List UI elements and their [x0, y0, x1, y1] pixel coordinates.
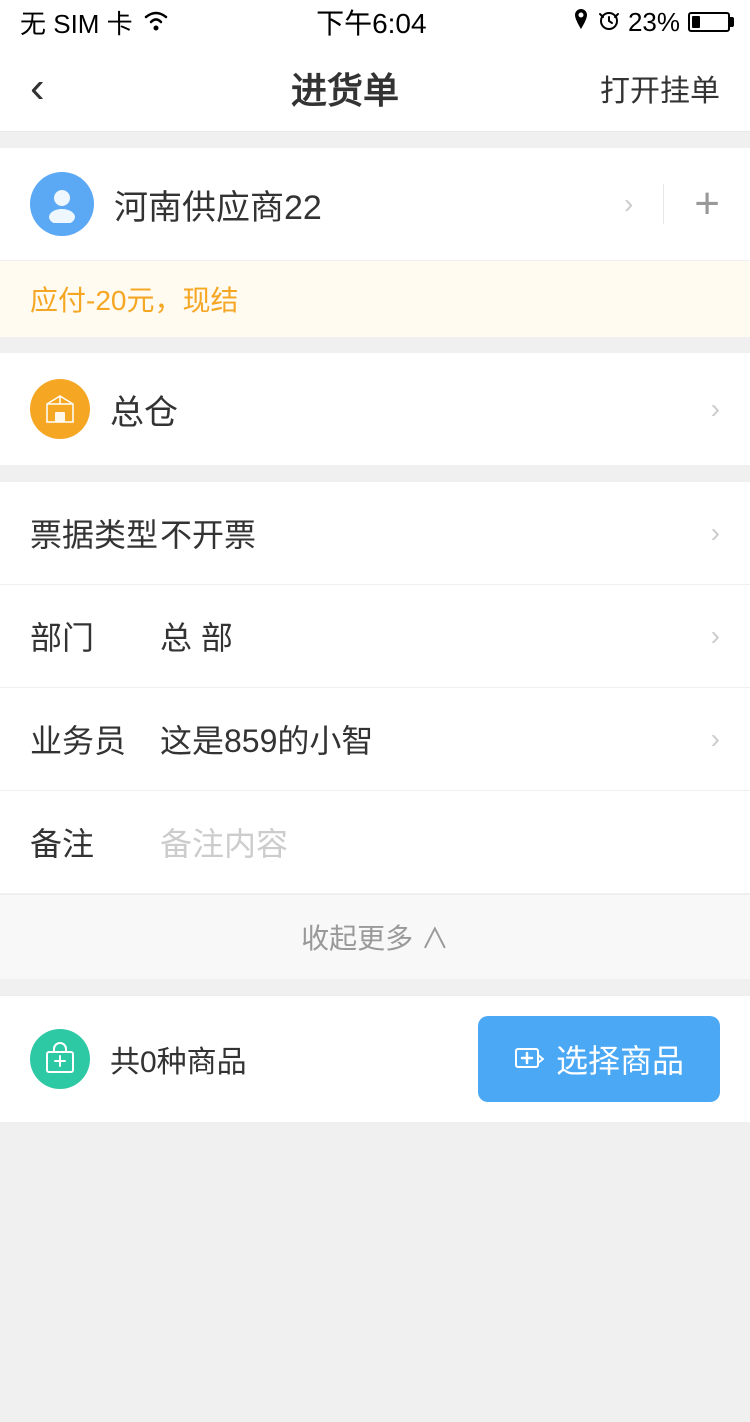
salesperson-row[interactable]: 业务员 这是859的小智 ›	[0, 688, 750, 791]
wifi-icon	[141, 7, 171, 38]
department-chevron-icon: ›	[711, 620, 720, 652]
department-label: 部门	[30, 613, 160, 659]
collapse-label: 收起更多 ∧	[301, 923, 449, 954]
department-value: 总 部	[160, 613, 711, 659]
invoice-type-label: 票据类型	[30, 510, 160, 556]
carrier-text: 无 SIM 卡	[20, 4, 133, 41]
open-pending-button[interactable]: 打开挂单	[600, 66, 720, 110]
status-time: 下午6:04	[316, 2, 427, 42]
warehouse-row[interactable]: 总仓 ›	[0, 353, 750, 466]
battery-icon	[688, 12, 730, 32]
alarm-icon	[598, 7, 620, 38]
location-icon	[572, 7, 590, 38]
remark-row[interactable]: 备注 备注内容	[0, 791, 750, 894]
supplier-section: 河南供应商22 › + 应付-20元，现结	[0, 148, 750, 337]
status-bar: 无 SIM 卡 下午6:04 23%	[0, 0, 750, 44]
select-product-label: 选择商品	[556, 1036, 684, 1082]
supplier-row[interactable]: 河南供应商22 › +	[0, 148, 750, 261]
section-divider-1	[0, 132, 750, 148]
warehouse-chevron-icon: ›	[711, 393, 720, 425]
select-product-button[interactable]: 选择商品	[478, 1016, 720, 1102]
warehouse-icon-wrap	[30, 379, 90, 439]
divider	[663, 184, 664, 224]
form-section: 票据类型 不开票 › 部门 总 部 › 业务员 这是859的小智 › 备注 备注…	[0, 482, 750, 979]
notice-text: 应付-20元，现结	[30, 285, 238, 316]
invoice-type-row[interactable]: 票据类型 不开票 ›	[0, 482, 750, 585]
supplier-name: 河南供应商22	[114, 180, 624, 229]
nav-bar: ‹ 进货单 打开挂单	[0, 44, 750, 132]
status-left: 无 SIM 卡	[20, 4, 171, 41]
supplier-chevron-icon: ›	[624, 188, 633, 220]
empty-space	[0, 1122, 750, 1422]
department-row[interactable]: 部门 总 部 ›	[0, 585, 750, 688]
page-title: 进货单	[291, 62, 399, 114]
product-icon-wrap	[30, 1029, 90, 1089]
remark-input[interactable]: 备注内容	[160, 819, 720, 865]
salesperson-chevron-icon: ›	[711, 723, 720, 755]
warehouse-name: 总仓	[110, 385, 711, 434]
warehouse-section: 总仓 ›	[0, 353, 750, 466]
status-right: 23%	[572, 7, 730, 38]
add-supplier-button[interactable]: +	[694, 182, 720, 226]
section-divider-4	[0, 979, 750, 995]
section-divider-2	[0, 337, 750, 353]
invoice-type-chevron-icon: ›	[711, 517, 720, 549]
notice-banner: 应付-20元，现结	[0, 261, 750, 337]
collapse-row[interactable]: 收起更多 ∧	[0, 894, 750, 979]
invoice-type-value: 不开票	[160, 510, 711, 556]
salesperson-value: 这是859的小智	[160, 716, 711, 762]
remark-label: 备注	[30, 819, 160, 865]
bottom-bar: 共0种商品 选择商品	[0, 995, 750, 1122]
section-divider-3	[0, 466, 750, 482]
battery-percent: 23%	[628, 7, 680, 38]
salesperson-label: 业务员	[30, 716, 160, 762]
back-button[interactable]: ‹	[30, 63, 90, 113]
supplier-avatar	[30, 172, 94, 236]
product-count: 共0种商品	[110, 1037, 478, 1081]
